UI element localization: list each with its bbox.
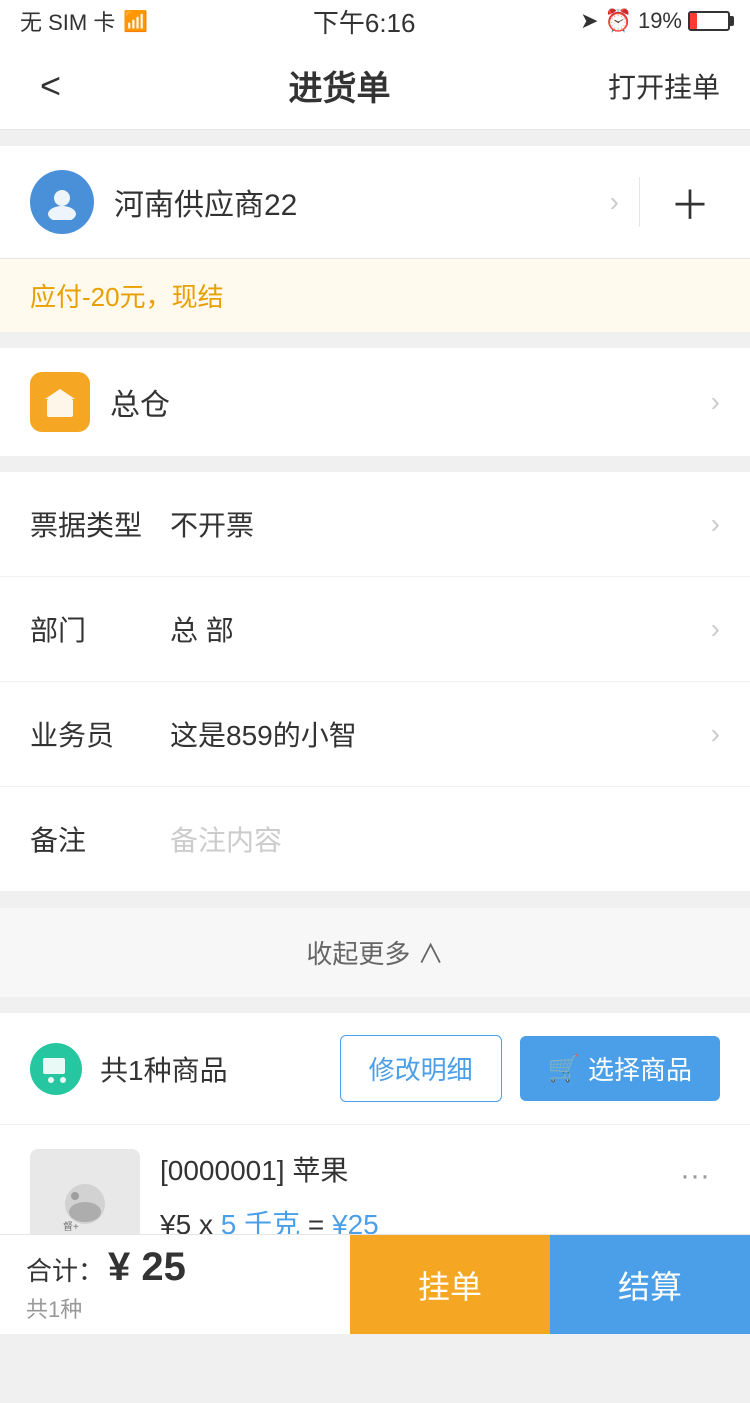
invoice-type-value: 不开票	[170, 504, 701, 544]
vertical-divider	[639, 177, 640, 227]
open-pending-button[interactable]: 打开挂单	[608, 66, 720, 106]
salesman-chevron-icon: ›	[711, 718, 720, 750]
supplier-row[interactable]: 河南供应商22 › ＋	[0, 146, 750, 259]
warehouse-chevron-icon: ›	[711, 386, 720, 418]
product-more-button[interactable]: ···	[670, 1149, 720, 1203]
total-row: 合计： ¥ 25	[26, 1245, 324, 1290]
back-button[interactable]: <	[30, 55, 71, 117]
battery-icon	[688, 11, 730, 31]
add-supplier-button[interactable]: ＋	[660, 173, 720, 231]
warehouse-name: 总仓	[110, 380, 701, 424]
nav-bar: < 进货单 打开挂单	[0, 42, 750, 130]
remark-label: 备注	[30, 819, 170, 859]
product-info: [0000001] 苹果 ¥5 x 5 千克 = ¥25	[160, 1149, 670, 1243]
suspend-button[interactable]: 挂单	[350, 1235, 550, 1334]
invoice-type-chevron-icon: ›	[711, 508, 720, 540]
select-product-button[interactable]: 🛒 选择商品	[520, 1036, 720, 1101]
invoice-type-row[interactable]: 票据类型 不开票 ›	[0, 472, 750, 577]
total-count: 共1种	[26, 1292, 324, 1324]
product-code: [0000001]	[160, 1155, 285, 1186]
total-label: 合计：	[26, 1251, 104, 1288]
supplier-avatar	[30, 170, 94, 234]
collapse-more-button[interactable]: 收起更多 ∧	[0, 908, 750, 997]
page-title: 进货单	[289, 61, 391, 110]
warehouse-row[interactable]: 总仓 ›	[0, 348, 750, 456]
supplier-section: 河南供应商22 › ＋ 应付-20元，现结	[0, 146, 750, 332]
salesman-value: 这是859的小智	[170, 714, 701, 754]
carrier-text: 无 SIM 卡	[20, 5, 115, 37]
form-section: 票据类型 不开票 › 部门 总 部 › 业务员 这是859的小智 › 备注 备注…	[0, 472, 750, 892]
remark-input[interactable]: 备注内容	[170, 819, 720, 859]
checkout-button[interactable]: 结算	[550, 1235, 750, 1334]
department-chevron-icon: ›	[711, 613, 720, 645]
product-name: [0000001] 苹果	[160, 1149, 670, 1189]
department-value: 总 部	[170, 609, 701, 649]
alarm-icon: ⏰	[605, 8, 632, 34]
products-header: 共1种商品 修改明细 🛒 选择商品	[0, 1013, 750, 1125]
status-right: ➤ ⏰ 19%	[580, 8, 730, 34]
payment-notice: 应付-20元，现结	[0, 259, 750, 332]
department-row[interactable]: 部门 总 部 ›	[0, 577, 750, 682]
status-time: 下午6:16	[313, 3, 416, 40]
product-title: 苹果	[292, 1155, 348, 1186]
bottom-bar: 合计： ¥ 25 共1种 挂单 结算	[0, 1234, 750, 1334]
select-product-icon: 🛒	[548, 1053, 580, 1084]
invoice-type-label: 票据类型	[30, 504, 170, 544]
department-label: 部门	[30, 609, 170, 649]
battery-percent: 19%	[638, 8, 682, 34]
status-left: 无 SIM 卡 📶	[20, 5, 148, 37]
status-bar: 无 SIM 卡 📶 下午6:16 ➤ ⏰ 19%	[0, 0, 750, 42]
chevron-right-icon: ›	[610, 186, 619, 218]
products-cart-icon	[30, 1043, 82, 1095]
wifi-icon: 📶	[123, 9, 148, 34]
warehouse-icon	[30, 372, 90, 432]
total-section: 合计： ¥ 25 共1种	[0, 1235, 350, 1334]
location-icon: ➤	[580, 8, 598, 34]
remark-row[interactable]: 备注 备注内容	[0, 787, 750, 892]
products-count-label: 共1种商品	[100, 1049, 340, 1089]
select-product-label: 选择商品	[588, 1050, 692, 1087]
svg-text:督+: 督+	[63, 1220, 79, 1233]
supplier-name: 河南供应商22	[114, 180, 600, 224]
edit-detail-button[interactable]: 修改明细	[340, 1035, 502, 1102]
salesman-row[interactable]: 业务员 这是859的小智 ›	[0, 682, 750, 787]
salesman-label: 业务员	[30, 714, 170, 754]
total-amount: ¥ 25	[108, 1245, 186, 1290]
